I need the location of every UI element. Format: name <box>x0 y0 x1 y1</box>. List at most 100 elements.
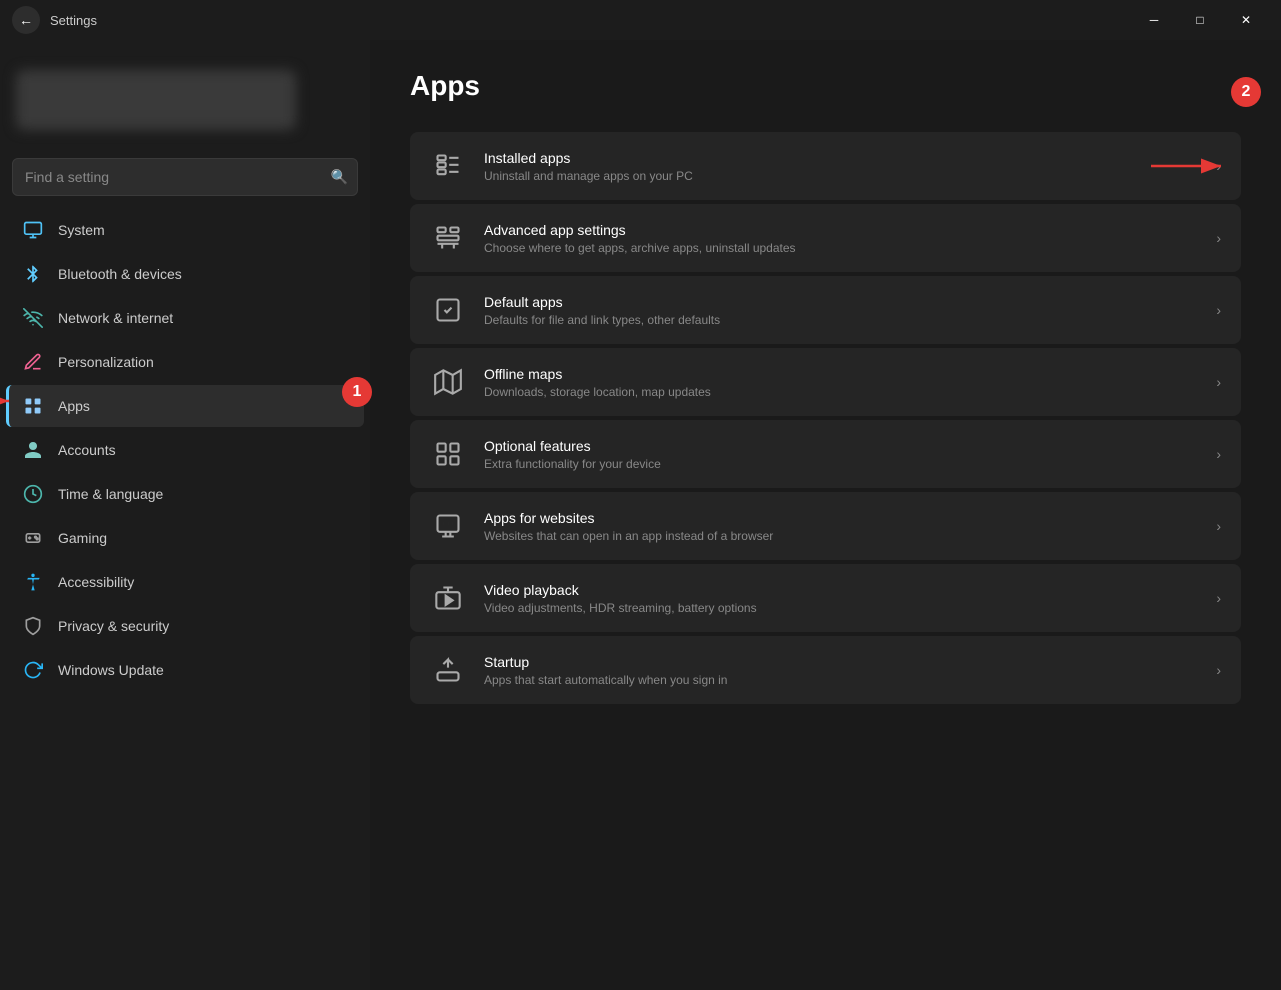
sidebar-item-label-gaming: Gaming <box>58 530 107 546</box>
sidebar-item-accessibility[interactable]: Accessibility <box>6 561 364 603</box>
optional-features-title: Optional features <box>484 438 1198 454</box>
setting-item-installed-apps[interactable]: Installed apps Uninstall and manage apps… <box>410 132 1241 200</box>
optional-features-icon <box>430 436 466 472</box>
system-icon <box>22 219 44 241</box>
sidebar-item-label-system: System <box>58 222 105 238</box>
default-apps-title: Default apps <box>484 294 1198 310</box>
annotation-badge-1: 1 <box>342 377 372 407</box>
sidebar-item-update[interactable]: Windows Update <box>6 649 364 691</box>
sidebar-item-label-privacy: Privacy & security <box>58 618 169 634</box>
sidebar-item-label-personalization: Personalization <box>58 354 154 370</box>
advanced-app-settings-title: Advanced app settings <box>484 222 1198 238</box>
sidebar: 🔍 System Bluetooth & devices <box>0 40 370 990</box>
sidebar-item-time[interactable]: Time & language <box>6 473 364 515</box>
personalization-icon <box>22 351 44 373</box>
startup-title: Startup <box>484 654 1198 670</box>
annotation-badge-2: 2 <box>1231 77 1261 107</box>
video-playback-title: Video playback <box>484 582 1198 598</box>
sidebar-item-system[interactable]: System <box>6 209 364 251</box>
startup-desc: Apps that start automatically when you s… <box>484 673 1198 687</box>
offline-maps-chevron: › <box>1216 374 1221 390</box>
setting-item-offline-maps[interactable]: Offline maps Downloads, storage location… <box>410 348 1241 416</box>
video-playback-desc: Video adjustments, HDR streaming, batter… <box>484 601 1198 615</box>
avatar <box>16 70 296 130</box>
sidebar-item-label-bluetooth: Bluetooth & devices <box>58 266 182 282</box>
advanced-app-settings-text: Advanced app settings Choose where to ge… <box>484 222 1198 255</box>
bluetooth-icon <box>22 263 44 285</box>
sidebar-item-personalization[interactable]: Personalization <box>6 341 364 383</box>
sidebar-item-network[interactable]: Network & internet <box>6 297 364 339</box>
advanced-app-settings-icon <box>430 220 466 256</box>
setting-item-optional-features[interactable]: Optional features Extra functionality fo… <box>410 420 1241 488</box>
sidebar-item-label-accounts: Accounts <box>58 442 116 458</box>
video-playback-text: Video playback Video adjustments, HDR st… <box>484 582 1198 615</box>
advanced-app-settings-desc: Choose where to get apps, archive apps, … <box>484 241 1198 255</box>
close-button[interactable]: ✕ <box>1223 4 1269 36</box>
setting-item-video-playback[interactable]: Video playback Video adjustments, HDR st… <box>410 564 1241 632</box>
title-bar: ← Settings ─ □ ✕ <box>0 0 1281 40</box>
offline-maps-text: Offline maps Downloads, storage location… <box>484 366 1198 399</box>
sidebar-item-apps[interactable]: Apps 1 <box>6 385 364 427</box>
startup-icon <box>430 652 466 688</box>
search-icon: 🔍 <box>331 169 348 186</box>
installed-apps-chevron: › <box>1216 158 1221 174</box>
apps-for-websites-text: Apps for websites Websites that can open… <box>484 510 1198 543</box>
setting-item-startup[interactable]: Startup Apps that start automatically wh… <box>410 636 1241 704</box>
sidebar-item-label-apps: Apps <box>58 398 90 414</box>
search-box: 🔍 <box>12 158 358 196</box>
sidebar-item-gaming[interactable]: Gaming <box>6 517 364 559</box>
offline-maps-icon <box>430 364 466 400</box>
maximize-button[interactable]: □ <box>1177 4 1223 36</box>
setting-item-default-apps[interactable]: Default apps Defaults for file and link … <box>410 276 1241 344</box>
video-playback-icon <box>430 580 466 616</box>
installed-apps-title: Installed apps <box>484 150 1198 166</box>
sidebar-item-label-accessibility: Accessibility <box>58 574 134 590</box>
apps-for-websites-title: Apps for websites <box>484 510 1198 526</box>
apps-for-websites-chevron: › <box>1216 518 1221 534</box>
default-apps-desc: Defaults for file and link types, other … <box>484 313 1198 327</box>
gaming-icon <box>22 527 44 549</box>
search-input[interactable] <box>12 158 358 196</box>
main-layout: 🔍 System Bluetooth & devices <box>0 40 1281 990</box>
network-icon <box>22 307 44 329</box>
settings-list: Installed apps Uninstall and manage apps… <box>410 132 1241 704</box>
apps-for-websites-desc: Websites that can open in an app instead… <box>484 529 1198 543</box>
advanced-app-settings-chevron: › <box>1216 230 1221 246</box>
privacy-icon <box>22 615 44 637</box>
accessibility-icon <box>22 571 44 593</box>
back-button[interactable]: ← <box>12 6 40 34</box>
sidebar-item-privacy[interactable]: Privacy & security <box>6 605 364 647</box>
optional-features-chevron: › <box>1216 446 1221 462</box>
setting-item-apps-for-websites[interactable]: Apps for websites Websites that can open… <box>410 492 1241 560</box>
app-title: Settings <box>50 13 97 28</box>
video-playback-chevron: › <box>1216 590 1221 606</box>
annotation-arrow-1 <box>0 389 19 413</box>
accounts-icon <box>22 439 44 461</box>
default-apps-icon <box>430 292 466 328</box>
sidebar-item-label-update: Windows Update <box>58 662 164 678</box>
installed-apps-text: Installed apps Uninstall and manage apps… <box>484 150 1198 183</box>
apps-icon <box>22 395 44 417</box>
setting-item-advanced-app-settings[interactable]: Advanced app settings Choose where to ge… <box>410 204 1241 272</box>
sidebar-item-label-network: Network & internet <box>58 310 173 326</box>
default-apps-text: Default apps Defaults for file and link … <box>484 294 1198 327</box>
sidebar-item-label-time: Time & language <box>58 486 163 502</box>
time-icon <box>22 483 44 505</box>
page-title: Apps <box>410 70 1241 102</box>
startup-chevron: › <box>1216 662 1221 678</box>
startup-text: Startup Apps that start automatically wh… <box>484 654 1198 687</box>
installed-apps-icon <box>430 148 466 184</box>
optional-features-desc: Extra functionality for your device <box>484 457 1198 471</box>
offline-maps-desc: Downloads, storage location, map updates <box>484 385 1198 399</box>
minimize-button[interactable]: ─ <box>1131 4 1177 36</box>
offline-maps-title: Offline maps <box>484 366 1198 382</box>
apps-for-websites-icon <box>430 508 466 544</box>
user-avatar-area <box>0 50 370 150</box>
installed-apps-desc: Uninstall and manage apps on your PC <box>484 169 1198 183</box>
update-icon <box>22 659 44 681</box>
sidebar-item-bluetooth[interactable]: Bluetooth & devices <box>6 253 364 295</box>
default-apps-chevron: › <box>1216 302 1221 318</box>
optional-features-text: Optional features Extra functionality fo… <box>484 438 1198 471</box>
sidebar-item-accounts[interactable]: Accounts <box>6 429 364 471</box>
window-controls: ─ □ ✕ <box>1131 4 1269 36</box>
